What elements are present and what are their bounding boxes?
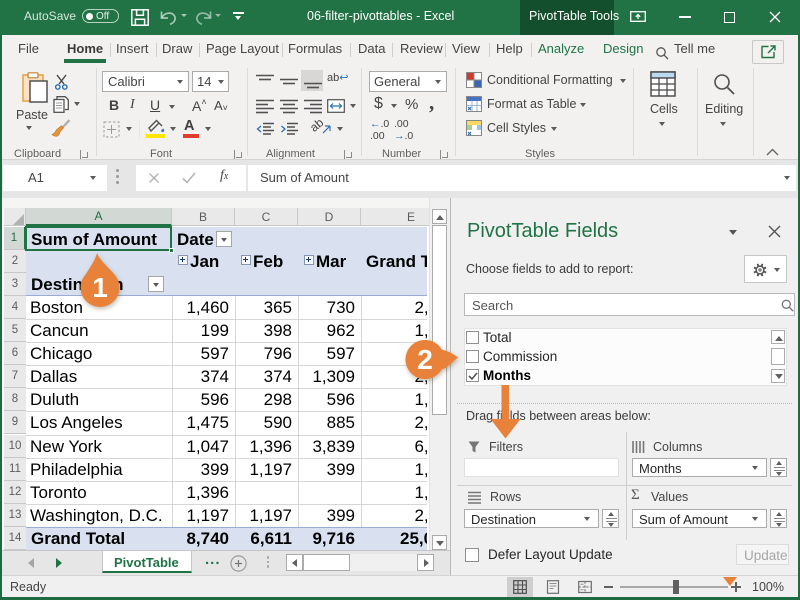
svg-text:1: 1 [92, 272, 108, 303]
svg-text:2: 2 [417, 344, 433, 375]
